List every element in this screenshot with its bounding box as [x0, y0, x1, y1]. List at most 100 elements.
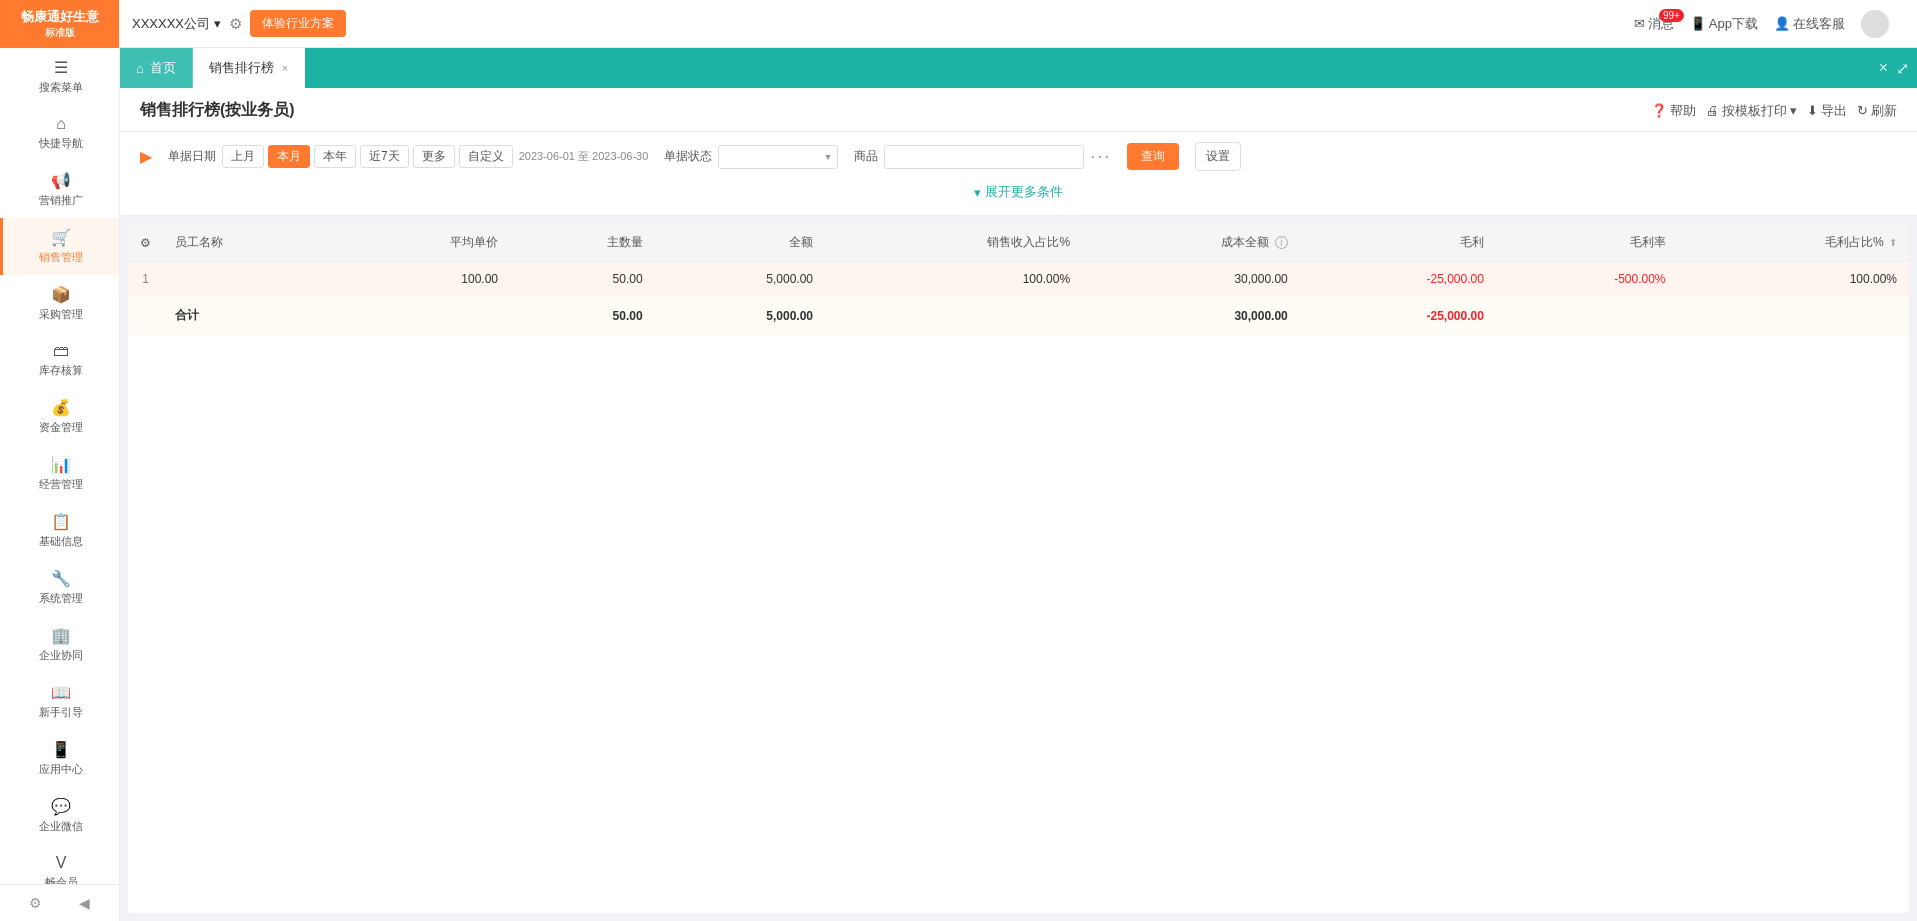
- message-icon: ✉: [1634, 16, 1645, 31]
- data-table: ⚙ 员工名称 平均单价 主数量 全额 销售收入占比% 成本全额 i 毛利 毛利率…: [128, 224, 1909, 335]
- tab-maximize-btn[interactable]: ⤢: [1896, 59, 1909, 78]
- th-settings[interactable]: ⚙: [128, 224, 163, 262]
- date-option-自定义[interactable]: 自定义: [459, 145, 513, 168]
- message-badge: 99+: [1659, 9, 1684, 22]
- main-qty-cell: 50.00: [510, 262, 655, 297]
- sidebar-item-enterprise[interactable]: 🏢 企业协同: [0, 616, 119, 673]
- sidebar-bottom: ⚙ ◀: [0, 884, 119, 921]
- sidebar-item-app-center[interactable]: 📱 应用中心: [0, 730, 119, 787]
- tab-close-window-btn[interactable]: ×: [1879, 59, 1888, 77]
- collapse-icon[interactable]: ◀: [79, 895, 90, 911]
- status-select[interactable]: [718, 145, 838, 169]
- quick-nav-icon: ⌂: [56, 115, 66, 133]
- basic-info-label: 基础信息: [39, 534, 83, 549]
- th-cost-amount: 成本全额 i: [1082, 224, 1300, 262]
- footer-main-qty: 50.00: [510, 297, 655, 335]
- online-service-btn[interactable]: 👤 在线客服: [1774, 15, 1845, 33]
- date-option-更多[interactable]: 更多: [413, 145, 455, 168]
- goods-label: 商品: [854, 148, 878, 165]
- settings-filter-btn[interactable]: 设置: [1195, 142, 1241, 171]
- cost-info-icon[interactable]: i: [1275, 236, 1288, 249]
- sidebar-item-sales[interactable]: 🛒 销售管理: [0, 218, 119, 275]
- system-label: 系统管理: [39, 591, 83, 606]
- tabbar-actions: × ⤢: [1871, 48, 1917, 88]
- tab-home[interactable]: ⌂ 首页: [120, 48, 193, 88]
- status-label: 单据状态: [664, 148, 712, 165]
- th-gross-rate: 毛利率: [1496, 224, 1678, 262]
- tab-sales-ranking-label: 销售排行榜: [209, 59, 274, 77]
- avg-price-cell: 100.00: [337, 262, 511, 297]
- inventory-icon: 🗃: [53, 342, 69, 360]
- expand-more-btn[interactable]: ▾ 展开更多条件: [966, 179, 1071, 205]
- app-download-btn[interactable]: 📱 App下载: [1690, 15, 1758, 33]
- sidebar-item-operation[interactable]: 📊 经营管理: [0, 445, 119, 502]
- trial-btn[interactable]: 体验行业方案: [250, 10, 346, 37]
- export-label: 导出: [1821, 102, 1847, 120]
- sidebar-item-member[interactable]: V 畅会员: [0, 844, 119, 884]
- tab-close-icon[interactable]: ×: [282, 62, 288, 74]
- sidebar-item-system[interactable]: 🔧 系统管理: [0, 559, 119, 616]
- avatar[interactable]: [1861, 10, 1889, 38]
- date-option-本月[interactable]: 本月: [268, 145, 310, 168]
- query-btn[interactable]: 查询: [1127, 143, 1179, 170]
- marketing-icon: 📢: [51, 171, 71, 190]
- gross-ratio-sort-icon[interactable]: ⬆: [1889, 237, 1897, 248]
- gross-rate-cell: -500.00%: [1496, 262, 1678, 297]
- sidebar-item-quick-nav[interactable]: ⌂ 快捷导航: [0, 105, 119, 161]
- goods-more-icon[interactable]: ···: [1090, 146, 1111, 167]
- sidebar-item-marketing[interactable]: 📢 营销推广: [0, 161, 119, 218]
- sidebar-nav: ☰ 搜索菜单 ⌂ 快捷导航 📢 营销推广 🛒 销售管理 📦 采购管理 🗃 库存核…: [0, 48, 119, 884]
- content-area: 销售排行榜(按业务员) ❓ 帮助 🖨 按模板打印 ▾ ⬇ 导出: [120, 88, 1917, 921]
- expand-more-label: 展开更多条件: [985, 183, 1063, 201]
- home-icon: ⌂: [136, 61, 144, 76]
- th-name: 员工名称: [163, 224, 337, 262]
- main-area: XXXXXX公司 ▾ ⚙ 体验行业方案 ✉ 消息 99+ 📱 App下载 👤 在…: [120, 0, 1917, 921]
- footer-amount: 5,000.00: [655, 297, 825, 335]
- page-title: 销售排行榜(按业务员): [140, 100, 295, 121]
- sidebar-item-basic-info[interactable]: 📋 基础信息: [0, 502, 119, 559]
- help-label: 帮助: [1670, 102, 1696, 120]
- filter-row-1: ▶ 单据日期 上月本月本年近7天更多自定义 2023-06-01 至 2023-…: [140, 142, 1897, 171]
- refresh-icon: ↻: [1857, 103, 1868, 118]
- sidebar-item-purchase[interactable]: 📦 采购管理: [0, 275, 119, 332]
- rank-cell: 1: [128, 262, 163, 297]
- operation-icon: 📊: [51, 455, 71, 474]
- refresh-btn[interactable]: ↻ 刷新: [1857, 102, 1897, 120]
- date-option-本年[interactable]: 本年: [314, 145, 356, 168]
- date-option-近7天[interactable]: 近7天: [360, 145, 409, 168]
- quick-nav-label: 快捷导航: [39, 136, 83, 151]
- sidebar-item-search-order[interactable]: ☰ 搜索菜单: [0, 48, 119, 105]
- settings-icon[interactable]: ⚙: [29, 895, 42, 911]
- date-option-上月[interactable]: 上月: [222, 145, 264, 168]
- finance-label: 资金管理: [39, 420, 83, 435]
- help-icon: ❓: [1651, 103, 1667, 118]
- footer-gross-rate: [1496, 297, 1678, 335]
- search-order-label: 搜索菜单: [39, 80, 83, 95]
- company-dropdown-icon: ▾: [214, 16, 221, 31]
- topbar-gear-icon[interactable]: ⚙: [229, 15, 242, 33]
- sidebar-logo: 畅康通好生意 标准版: [0, 0, 119, 48]
- company-selector[interactable]: XXXXXX公司 ▾: [132, 15, 221, 33]
- gross-ratio-cell: 100.00%: [1678, 262, 1909, 297]
- footer-cost-amount: 30,000.00: [1082, 297, 1300, 335]
- system-icon: 🔧: [51, 569, 71, 588]
- company-name: XXXXXX公司: [132, 15, 210, 33]
- print-btn[interactable]: 🖨 按模板打印 ▾: [1706, 102, 1797, 120]
- goods-input[interactable]: [884, 145, 1084, 169]
- filter-expand-arrow[interactable]: ▶: [140, 147, 152, 166]
- name-cell: [163, 262, 337, 297]
- help-btn[interactable]: ❓ 帮助: [1651, 102, 1696, 120]
- export-btn[interactable]: ⬇ 导出: [1807, 102, 1847, 120]
- finance-icon: 💰: [51, 398, 71, 417]
- message-btn[interactable]: ✉ 消息 99+: [1634, 15, 1674, 33]
- sidebar-item-finance[interactable]: 💰 资金管理: [0, 388, 119, 445]
- expand-more-icon: ▾: [974, 185, 981, 200]
- tab-sales-ranking[interactable]: 销售排行榜 ×: [193, 48, 305, 88]
- wechat-icon: 💬: [51, 797, 71, 816]
- amount-cell: 5,000.00: [655, 262, 825, 297]
- sidebar-item-inventory[interactable]: 🗃 库存核算: [0, 332, 119, 388]
- inventory-label: 库存核算: [39, 363, 83, 378]
- service-icon: 👤: [1774, 16, 1790, 31]
- sidebar-item-guide[interactable]: 📖 新手引导: [0, 673, 119, 730]
- sidebar-item-wechat[interactable]: 💬 企业微信: [0, 787, 119, 844]
